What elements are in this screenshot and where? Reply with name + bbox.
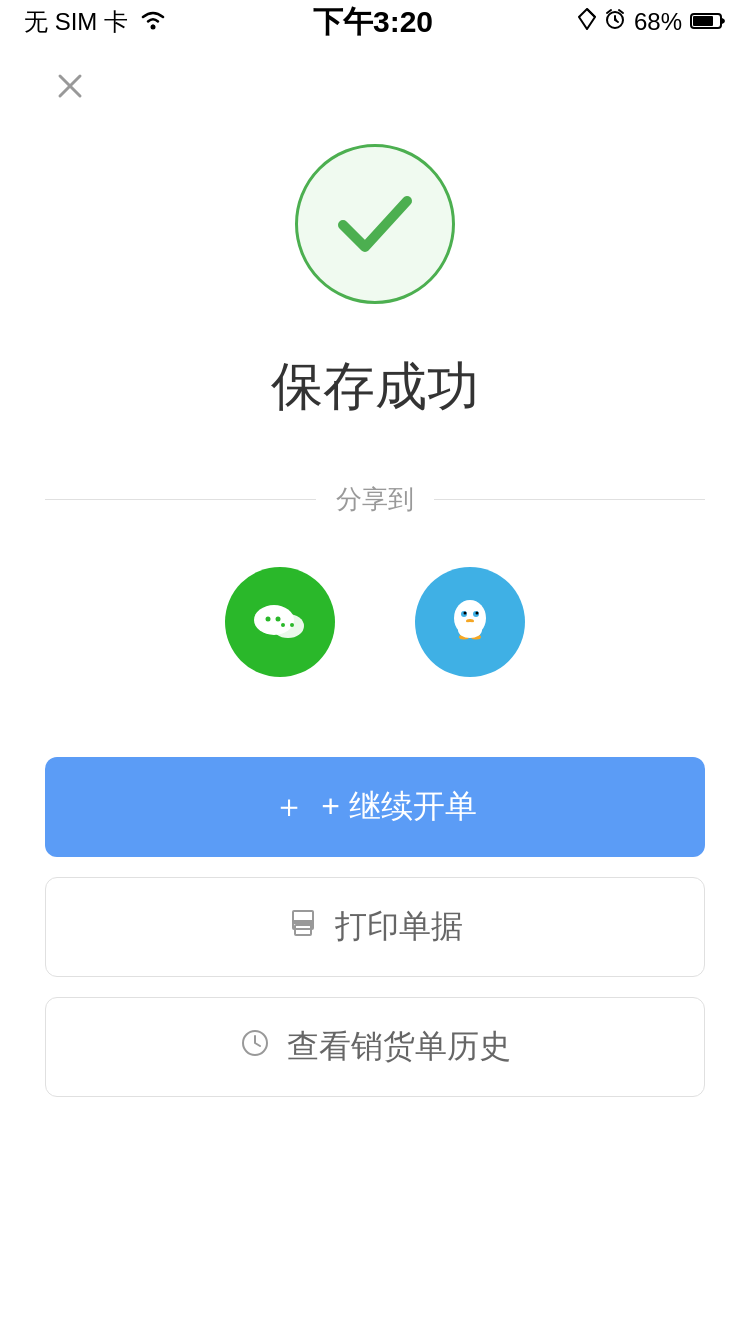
svg-point-14 bbox=[476, 612, 479, 615]
status-left: 无 SIM 卡 bbox=[24, 6, 168, 38]
main-content: 保存成功 分享到 bbox=[0, 44, 750, 1097]
svg-point-6 bbox=[266, 617, 271, 622]
svg-point-8 bbox=[281, 623, 285, 627]
status-right: 68% bbox=[578, 8, 726, 36]
status-time: 下午3:20 bbox=[313, 2, 433, 43]
history-icon bbox=[239, 1027, 271, 1067]
status-bar: 无 SIM 卡 下午3:20 bbox=[0, 0, 750, 44]
divider-row: 分享到 bbox=[45, 482, 705, 517]
history-button[interactable]: 查看销货单历史 bbox=[45, 997, 705, 1097]
qq-share-button[interactable] bbox=[415, 567, 525, 677]
svg-point-0 bbox=[151, 25, 156, 30]
share-section: 分享到 bbox=[0, 482, 750, 677]
divider-right bbox=[434, 499, 705, 500]
location-icon bbox=[578, 8, 596, 36]
svg-point-13 bbox=[464, 612, 467, 615]
success-title: 保存成功 bbox=[271, 352, 479, 422]
svg-point-23 bbox=[310, 924, 313, 927]
svg-point-7 bbox=[276, 617, 281, 622]
close-button[interactable] bbox=[40, 56, 100, 116]
no-sim-text: 无 SIM 卡 bbox=[24, 6, 128, 38]
divider-label: 分享到 bbox=[336, 482, 414, 517]
battery-percentage: 68% bbox=[634, 8, 682, 36]
plus-icon: ＋ bbox=[273, 785, 305, 829]
svg-point-9 bbox=[290, 623, 294, 627]
alarm-icon bbox=[604, 8, 626, 36]
success-icon-circle bbox=[295, 144, 455, 304]
print-label: 打印单据 bbox=[335, 905, 463, 949]
continue-order-button[interactable]: ＋ + 继续开单 bbox=[45, 757, 705, 857]
battery-icon bbox=[690, 8, 726, 36]
divider-left bbox=[45, 499, 316, 500]
wechat-share-button[interactable] bbox=[225, 567, 335, 677]
svg-point-19 bbox=[462, 624, 478, 636]
continue-order-label: + 继续开单 bbox=[321, 785, 477, 829]
wifi-icon bbox=[138, 8, 168, 36]
history-label: 查看销货单历史 bbox=[287, 1025, 511, 1069]
action-buttons: ＋ + 继续开单 打印单据 查看销货单历史 bbox=[45, 757, 705, 1097]
share-icons bbox=[225, 567, 525, 677]
print-icon bbox=[287, 907, 319, 947]
svg-rect-3 bbox=[693, 16, 713, 26]
checkmark-icon bbox=[335, 189, 415, 259]
print-button[interactable]: 打印单据 bbox=[45, 877, 705, 977]
